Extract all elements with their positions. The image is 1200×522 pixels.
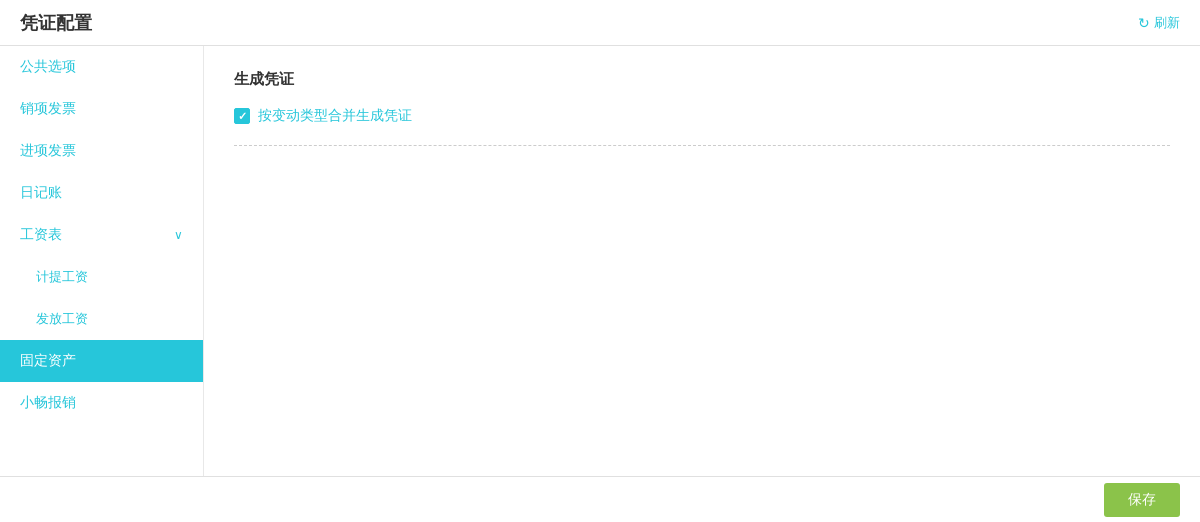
content-area: 生成凭证 按变动类型合并生成凭证 xyxy=(204,46,1200,476)
refresh-label: 刷新 xyxy=(1154,14,1180,32)
section-divider xyxy=(234,145,1170,146)
sidebar-item-label: 固定资产 xyxy=(20,352,76,370)
sidebar-item-pay-salary[interactable]: 发放工资 xyxy=(0,298,203,340)
sidebar-item-label: 发放工资 xyxy=(36,310,88,328)
sidebar-item-payroll[interactable]: 工资表 ∨ xyxy=(0,214,203,256)
sidebar-item-label: 小畅报销 xyxy=(20,394,76,412)
refresh-button[interactable]: ↻ 刷新 xyxy=(1138,14,1180,32)
sidebar-item-calc-salary[interactable]: 计提工资 xyxy=(0,256,203,298)
page-header: 凭证配置 ↻ 刷新 xyxy=(0,0,1200,46)
page-title: 凭证配置 xyxy=(20,11,92,35)
page-footer: 保存 xyxy=(0,476,1200,522)
merge-by-type-label[interactable]: 按变动类型合并生成凭证 xyxy=(258,107,412,125)
sidebar-item-label: 日记账 xyxy=(20,184,62,202)
sidebar-item-label: 计提工资 xyxy=(36,268,88,286)
sidebar-item-label: 公共选项 xyxy=(20,58,76,76)
sidebar-item-public-options[interactable]: 公共选项 xyxy=(0,46,203,88)
section-title: 生成凭证 xyxy=(234,70,1170,89)
save-button[interactable]: 保存 xyxy=(1104,483,1180,517)
sidebar-item-fixed-assets[interactable]: 固定资产 xyxy=(0,340,203,382)
sidebar-item-petty-expense[interactable]: 小畅报销 xyxy=(0,382,203,424)
sidebar-item-label: 进项发票 xyxy=(20,142,76,160)
refresh-icon: ↻ xyxy=(1138,15,1150,31)
main-container: 公共选项 销项发票 进项发票 日记账 工资表 ∨ 计提工资 发放工资 固定资产 … xyxy=(0,46,1200,476)
chevron-down-icon: ∨ xyxy=(174,228,183,242)
sidebar-item-label: 工资表 xyxy=(20,226,62,244)
sidebar-item-label: 销项发票 xyxy=(20,100,76,118)
merge-by-type-checkbox[interactable] xyxy=(234,108,250,124)
checkbox-row: 按变动类型合并生成凭证 xyxy=(234,107,1170,125)
sidebar-item-sales-invoice[interactable]: 销项发票 xyxy=(0,88,203,130)
sidebar: 公共选项 销项发票 进项发票 日记账 工资表 ∨ 计提工资 发放工资 固定资产 … xyxy=(0,46,204,476)
sidebar-item-journal[interactable]: 日记账 xyxy=(0,172,203,214)
sidebar-item-purchase-invoice[interactable]: 进项发票 xyxy=(0,130,203,172)
